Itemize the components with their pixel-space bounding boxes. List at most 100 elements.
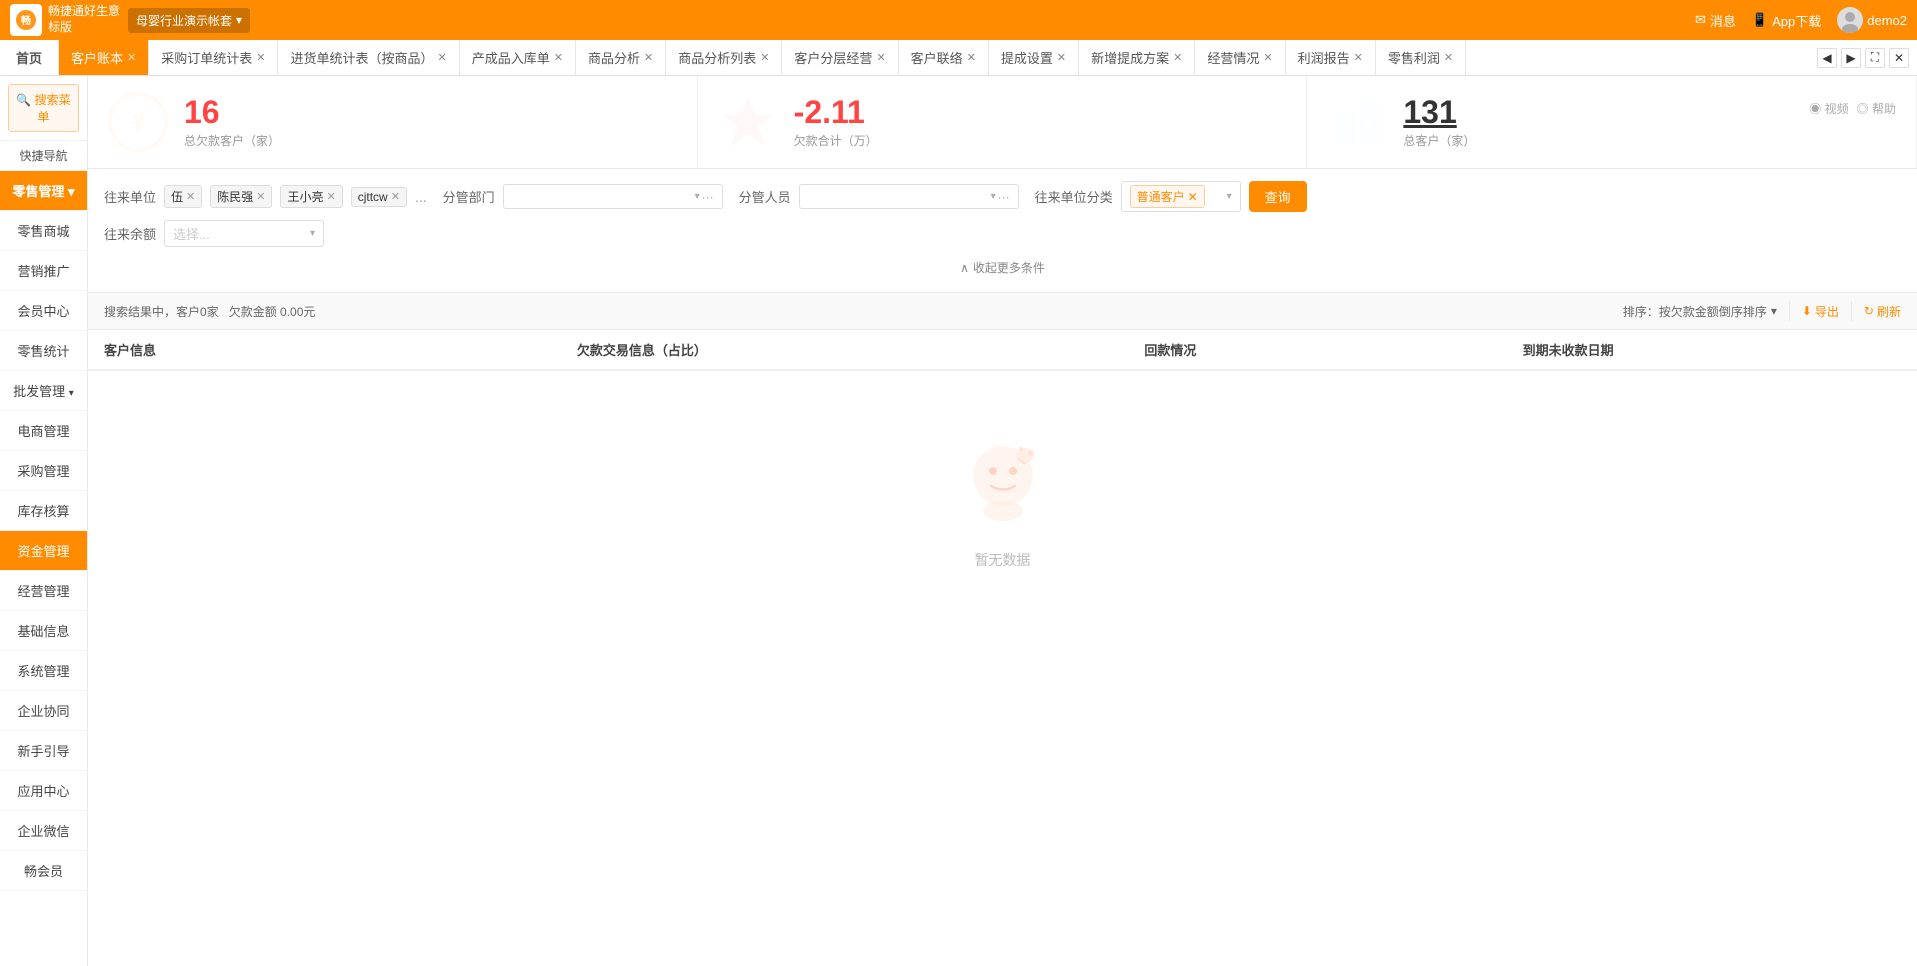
search-menu-btn[interactable]: 🔍 搜索菜单 bbox=[8, 84, 79, 132]
close-icon[interactable]: ✕ bbox=[1444, 51, 1453, 64]
query-button[interactable]: 查询 bbox=[1249, 181, 1307, 212]
message-icon: ✉ bbox=[1695, 12, 1706, 28]
tab-purchase-order-stats[interactable]: 采购订单统计表 ✕ bbox=[149, 40, 278, 76]
remove-tag-cjttcw[interactable]: ✕ bbox=[391, 190, 400, 203]
close-icon[interactable]: ✕ bbox=[127, 51, 136, 64]
sidebar-item-vip[interactable]: 畅会员 bbox=[0, 851, 87, 891]
tab-goods-analysis-list[interactable]: 商品分析列表 ✕ bbox=[666, 40, 782, 76]
download-icon: 📱 bbox=[1752, 12, 1768, 28]
export-btn[interactable]: ⬇ 导出 bbox=[1802, 303, 1839, 320]
classify-tag[interactable]: 普通客户 ✕ bbox=[1130, 185, 1205, 208]
stat-total-value: 131 bbox=[1403, 96, 1475, 128]
sidebar-item-operation[interactable]: 经营管理 bbox=[0, 571, 87, 611]
tab-goods-analysis[interactable]: 商品分析 ✕ bbox=[576, 40, 666, 76]
tab-new-commission[interactable]: 新增提成方案 ✕ bbox=[1079, 40, 1195, 76]
dept-select[interactable]: ▾ ··· bbox=[503, 184, 723, 209]
quick-nav-btn[interactable]: 快捷导航 bbox=[0, 141, 87, 171]
stat-amount-value: -2.11 bbox=[794, 96, 878, 128]
sidebar-item-member[interactable]: 会员中心 bbox=[0, 291, 87, 331]
sidebar-item-purchase[interactable]: 采购管理 bbox=[0, 451, 87, 491]
filter-area: 往来单位 伍 ✕ 陈民强 ✕ 王小亮 ✕ cjttcw ✕ ... bbox=[88, 169, 1917, 293]
filter-tag-wu[interactable]: 伍 ✕ bbox=[164, 185, 202, 208]
svg-text:+: + bbox=[745, 108, 750, 118]
close-icon[interactable]: ✕ bbox=[438, 51, 447, 64]
classify-select[interactable]: 普通客户 ✕ ▾ bbox=[1121, 181, 1241, 212]
tab-customer-layer[interactable]: 客户分层经营 ✕ bbox=[782, 40, 898, 76]
nav-close-all[interactable]: ✕ bbox=[1889, 48, 1909, 68]
sidebar-item-retail-mgmt[interactable]: 零售管理 ▾ bbox=[0, 171, 87, 211]
nav-tabs: 首页 客户账本 ✕ 采购订单统计表 ✕ 进货单统计表（按商品） ✕ 产成品入库单… bbox=[0, 40, 1917, 76]
help-btn[interactable]: ◎ 帮助 bbox=[1857, 100, 1896, 117]
remove-tag-wu[interactable]: ✕ bbox=[186, 190, 195, 203]
col-header-due-date: 到期未收款日期 bbox=[1523, 340, 1901, 359]
main-layout: 🔍 搜索菜单 快捷导航 零售管理 ▾ 零售商城 营销推广 会员中心 零售统计 批… bbox=[0, 76, 1917, 966]
close-icon[interactable]: ✕ bbox=[760, 51, 769, 64]
tab-customer-contact[interactable]: 客户联络 ✕ bbox=[899, 40, 989, 76]
close-icon[interactable]: ✕ bbox=[967, 51, 976, 64]
refresh-btn[interactable]: ↻ 刷新 bbox=[1864, 303, 1901, 320]
tab-customer-ledger[interactable]: 客户账本 ✕ bbox=[59, 40, 149, 76]
close-icon[interactable]: ✕ bbox=[876, 51, 885, 64]
sidebar-item-ecommerce[interactable]: 电商管理 bbox=[0, 411, 87, 451]
tab-profit-report[interactable]: 利润报告 ✕ bbox=[1286, 40, 1376, 76]
remove-tag-wang[interactable]: ✕ bbox=[327, 190, 336, 203]
download-btn[interactable]: 📱 App下载 bbox=[1752, 11, 1821, 30]
avatar bbox=[1837, 7, 1863, 33]
video-help-btn[interactable]: ◉ 视频 bbox=[1809, 100, 1848, 117]
tab-business-status[interactable]: 经营情况 ✕ bbox=[1195, 40, 1285, 76]
more-tags-btn[interactable]: ... bbox=[415, 189, 427, 205]
divider bbox=[1789, 301, 1790, 321]
collapse-filters-btn[interactable]: ∧ 收起更多条件 bbox=[960, 259, 1045, 276]
tab-commission-settings[interactable]: 提成设置 ✕ bbox=[989, 40, 1079, 76]
sidebar-item-system[interactable]: 系统管理 bbox=[0, 651, 87, 691]
filter-dept-label: 分管部门 bbox=[443, 187, 495, 206]
tab-home[interactable]: 首页 bbox=[0, 40, 59, 76]
filter-tag-chen[interactable]: 陈民强 ✕ bbox=[210, 185, 272, 208]
filter-tag-wang[interactable]: 王小亮 ✕ bbox=[280, 185, 342, 208]
tab-product-instock[interactable]: 产成品入库单 ✕ bbox=[460, 40, 576, 76]
tab-inventory-stats[interactable]: 进货单统计表（按商品） ✕ bbox=[278, 40, 459, 76]
sidebar-item-retail-mall[interactable]: 零售商城 bbox=[0, 211, 87, 251]
sidebar-item-finance[interactable]: 资金管理 bbox=[0, 531, 87, 571]
nav-left-arrow[interactable]: ◀ bbox=[1817, 48, 1837, 68]
close-icon[interactable]: ✕ bbox=[554, 51, 563, 64]
chevron-down-icon: ▾ bbox=[1771, 304, 1777, 318]
stat-card-total: 131 总客户（家） ◉ 视频 ◎ 帮助 bbox=[1307, 76, 1917, 168]
close-icon[interactable]: ✕ bbox=[1354, 51, 1363, 64]
close-icon[interactable]: ✕ bbox=[1057, 51, 1066, 64]
close-icon[interactable]: ✕ bbox=[1173, 51, 1182, 64]
nav-right-arrow[interactable]: ▶ bbox=[1841, 48, 1861, 68]
tab-retail-profit[interactable]: 零售利润 ✕ bbox=[1376, 40, 1466, 76]
svg-text:¥: ¥ bbox=[131, 107, 146, 137]
filter-tag-cjttcw[interactable]: cjttcw ✕ bbox=[351, 187, 407, 207]
user-profile[interactable]: demo2 bbox=[1837, 7, 1907, 33]
empty-illustration bbox=[953, 431, 1053, 550]
chevron-up-icon: ∧ bbox=[960, 261, 969, 275]
company-selector[interactable]: 母婴行业演示帐套 ▾ bbox=[128, 8, 250, 33]
col-header-debt: 欠款交易信息（占比） bbox=[577, 340, 1144, 359]
svg-text:畅: 畅 bbox=[21, 14, 31, 27]
balance-select[interactable]: 选择... ▾ bbox=[164, 220, 324, 247]
person-select[interactable]: ▾ ··· bbox=[799, 184, 1019, 209]
messages-btn[interactable]: ✉ 消息 bbox=[1695, 11, 1736, 30]
sidebar-item-inventory[interactable]: 库存核算 bbox=[0, 491, 87, 531]
table-area: 客户信息 欠款交易信息（占比） 回款情况 到期未收款日期 bbox=[88, 330, 1917, 966]
stat-star-icon: + bbox=[718, 92, 778, 152]
sidebar-item-wholesale[interactable]: 批发管理 ▾ bbox=[0, 371, 87, 411]
sidebar-item-retail-stats[interactable]: 零售统计 bbox=[0, 331, 87, 371]
close-icon[interactable]: ✕ bbox=[644, 51, 653, 64]
remove-classify-tag[interactable]: ✕ bbox=[1188, 190, 1198, 204]
nav-fullscreen[interactable]: ⛶ bbox=[1865, 48, 1885, 68]
sidebar-item-guide[interactable]: 新手引导 bbox=[0, 731, 87, 771]
close-icon[interactable]: ✕ bbox=[1263, 51, 1272, 64]
results-summary: 搜索结果中，客户0家 欠款金额 0.00元 bbox=[104, 303, 315, 320]
sort-select[interactable]: 排序：按欠款金额倒序排序 ▾ bbox=[1623, 303, 1777, 320]
sidebar-item-marketing[interactable]: 营销推广 bbox=[0, 251, 87, 291]
sidebar-item-basic-info[interactable]: 基础信息 bbox=[0, 611, 87, 651]
logo-text: 畅捷通好生意 标版 bbox=[48, 4, 120, 35]
remove-tag-chen[interactable]: ✕ bbox=[256, 190, 265, 203]
sidebar-item-wechat[interactable]: 企业微信 bbox=[0, 811, 87, 851]
sidebar-item-app-center[interactable]: 应用中心 bbox=[0, 771, 87, 811]
sidebar-item-enterprise[interactable]: 企业协同 bbox=[0, 691, 87, 731]
close-icon[interactable]: ✕ bbox=[256, 51, 265, 64]
